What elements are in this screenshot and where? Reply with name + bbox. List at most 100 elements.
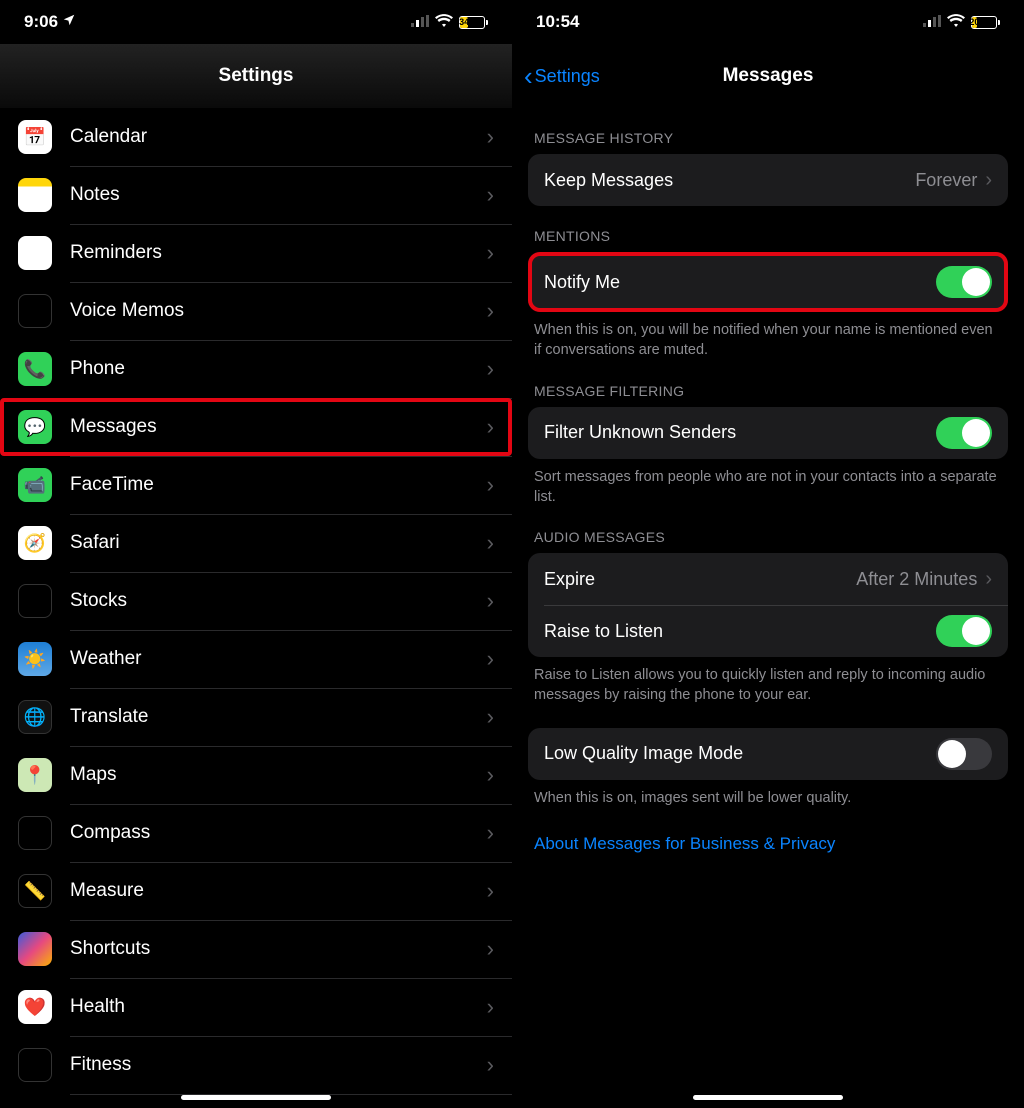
settings-row-voice-memos[interactable]: Voice Memos› (0, 282, 512, 340)
audio-footer: Raise to Listen allows you to quickly li… (528, 657, 1008, 706)
cellular-icon (411, 12, 429, 32)
chevron-right-icon: › (487, 704, 494, 730)
maps-icon: 📍 (18, 758, 52, 792)
chevron-right-icon: › (985, 169, 992, 192)
measure-icon: 📏 (18, 874, 52, 908)
settings-screen: 9:06 34 Settings 📅Calendar›Notes›Reminde… (0, 0, 512, 1108)
settings-row-safari[interactable]: 🧭Safari› (0, 514, 512, 572)
chevron-left-icon: ‹ (524, 63, 533, 89)
location-icon (62, 12, 76, 32)
chevron-right-icon: › (487, 878, 494, 904)
settings-row-calendar[interactable]: 📅Calendar› (0, 108, 512, 166)
settings-row-facetime[interactable]: 📹 FaceTime› (0, 456, 512, 514)
notify-me-row[interactable]: Notify Me (528, 252, 1008, 312)
chevron-right-icon: › (487, 530, 494, 556)
page-title: Messages (723, 65, 814, 87)
keep-messages-row[interactable]: Keep Messages Forever › (528, 154, 1008, 206)
settings-row-messages[interactable]: 💬 Messages› (0, 398, 512, 456)
status-time: 9:06 (24, 12, 58, 32)
reminders-icon (18, 236, 52, 270)
lowq-footer: When this is on, images sent will be low… (528, 780, 1008, 808)
chevron-right-icon: › (487, 472, 494, 498)
settings-row-reminders[interactable]: Reminders› (0, 224, 512, 282)
chevron-right-icon: › (487, 994, 494, 1020)
settings-row-label: Measure (70, 880, 487, 902)
cellular-icon (923, 12, 941, 32)
chevron-right-icon: › (487, 646, 494, 672)
filter-unknown-switch[interactable] (936, 417, 992, 449)
settings-row-label: Compass (70, 822, 487, 844)
translate-icon: 🌐 (18, 700, 52, 734)
page-title: Settings (219, 65, 294, 87)
settings-row-shortcuts[interactable]: Shortcuts› (0, 920, 512, 978)
status-bar: 10:54 20 (512, 0, 1024, 44)
mentions-group: Notify Me (528, 252, 1008, 312)
settings-list[interactable]: 📅Calendar›Notes›Reminders›Voice Memos›📞P… (0, 108, 512, 1094)
messages-icon: 💬 (18, 410, 52, 444)
fitness-icon: ◎ (18, 1048, 52, 1082)
chevron-right-icon: › (487, 588, 494, 614)
compass-icon (18, 816, 52, 850)
low-quality-row[interactable]: Low Quality Image Mode (528, 728, 1008, 780)
settings-row-phone[interactable]: 📞 Phone› (0, 340, 512, 398)
settings-row-label: Stocks (70, 590, 487, 612)
home-indicator[interactable] (693, 1095, 843, 1100)
settings-row-label: Notes (70, 184, 487, 206)
wifi-icon (435, 12, 453, 32)
settings-row-stocks[interactable]: Stocks› (0, 572, 512, 630)
mentions-footer: When this is on, you will be notified wh… (528, 312, 1008, 361)
chevron-right-icon: › (487, 182, 494, 208)
section-header-history: MESSAGE HISTORY (528, 108, 1008, 154)
raise-to-listen-switch[interactable] (936, 615, 992, 647)
notify-me-switch[interactable] (936, 266, 992, 298)
phone-icon: 📞 (18, 352, 52, 386)
facetime-icon: 📹 (18, 468, 52, 502)
about-messages-link[interactable]: About Messages for Business & Privacy (528, 808, 1008, 880)
status-time: 10:54 (536, 12, 579, 32)
settings-row-label: Messages (70, 416, 487, 438)
section-header-audio: AUDIO MESSAGES (528, 507, 1008, 553)
chevron-right-icon: › (487, 414, 494, 440)
settings-row-label: Phone (70, 358, 487, 380)
settings-row-label: Voice Memos (70, 300, 487, 322)
chevron-right-icon: › (487, 1052, 494, 1078)
nav-header: Settings (0, 44, 512, 108)
settings-row-fitness[interactable]: ◎Fitness› (0, 1036, 512, 1094)
settings-row-label: Shortcuts (70, 938, 487, 960)
chevron-right-icon: › (487, 124, 494, 150)
wifi-icon (947, 12, 965, 32)
shortcuts-icon (18, 932, 52, 966)
battery-icon: 20 (971, 16, 1000, 29)
settings-row-label: FaceTime (70, 474, 487, 496)
settings-row-weather[interactable]: ☀️Weather› (0, 630, 512, 688)
filter-unknown-row[interactable]: Filter Unknown Senders (528, 407, 1008, 459)
stocks-icon (18, 584, 52, 618)
section-header-mentions: MENTIONS (528, 206, 1008, 252)
settings-row-compass[interactable]: Compass› (0, 804, 512, 862)
chevron-right-icon: › (487, 820, 494, 846)
settings-row-translate[interactable]: 🌐 Translate› (0, 688, 512, 746)
settings-row-measure[interactable]: 📏 Measure› (0, 862, 512, 920)
section-header-filtering: MESSAGE FILTERING (528, 361, 1008, 407)
settings-row-notes[interactable]: Notes› (0, 166, 512, 224)
chevron-right-icon: › (487, 356, 494, 382)
filtering-footer: Sort messages from people who are not in… (528, 459, 1008, 508)
chevron-right-icon: › (487, 240, 494, 266)
chevron-right-icon: › (487, 762, 494, 788)
back-label: Settings (535, 66, 600, 87)
home-indicator[interactable] (181, 1095, 331, 1100)
health-icon: ❤️ (18, 990, 52, 1024)
messages-settings-screen: 10:54 20 ‹ Settings Messages MESSAGE HIS… (512, 0, 1024, 1108)
low-quality-switch[interactable] (936, 738, 992, 770)
raise-to-listen-row[interactable]: Raise to Listen (528, 605, 1008, 657)
nav-header: ‹ Settings Messages (512, 44, 1024, 108)
settings-row-health[interactable]: ❤️Health› (0, 978, 512, 1036)
chevron-right-icon: › (985, 568, 992, 591)
settings-row-label: Calendar (70, 126, 487, 148)
settings-row-label: Safari (70, 532, 487, 554)
expire-row[interactable]: Expire After 2 Minutes › (528, 553, 1008, 605)
settings-row-maps[interactable]: 📍 Maps› (0, 746, 512, 804)
back-button[interactable]: ‹ Settings (524, 63, 600, 89)
settings-row-label: Translate (70, 706, 487, 728)
settings-row-label: Maps (70, 764, 487, 786)
